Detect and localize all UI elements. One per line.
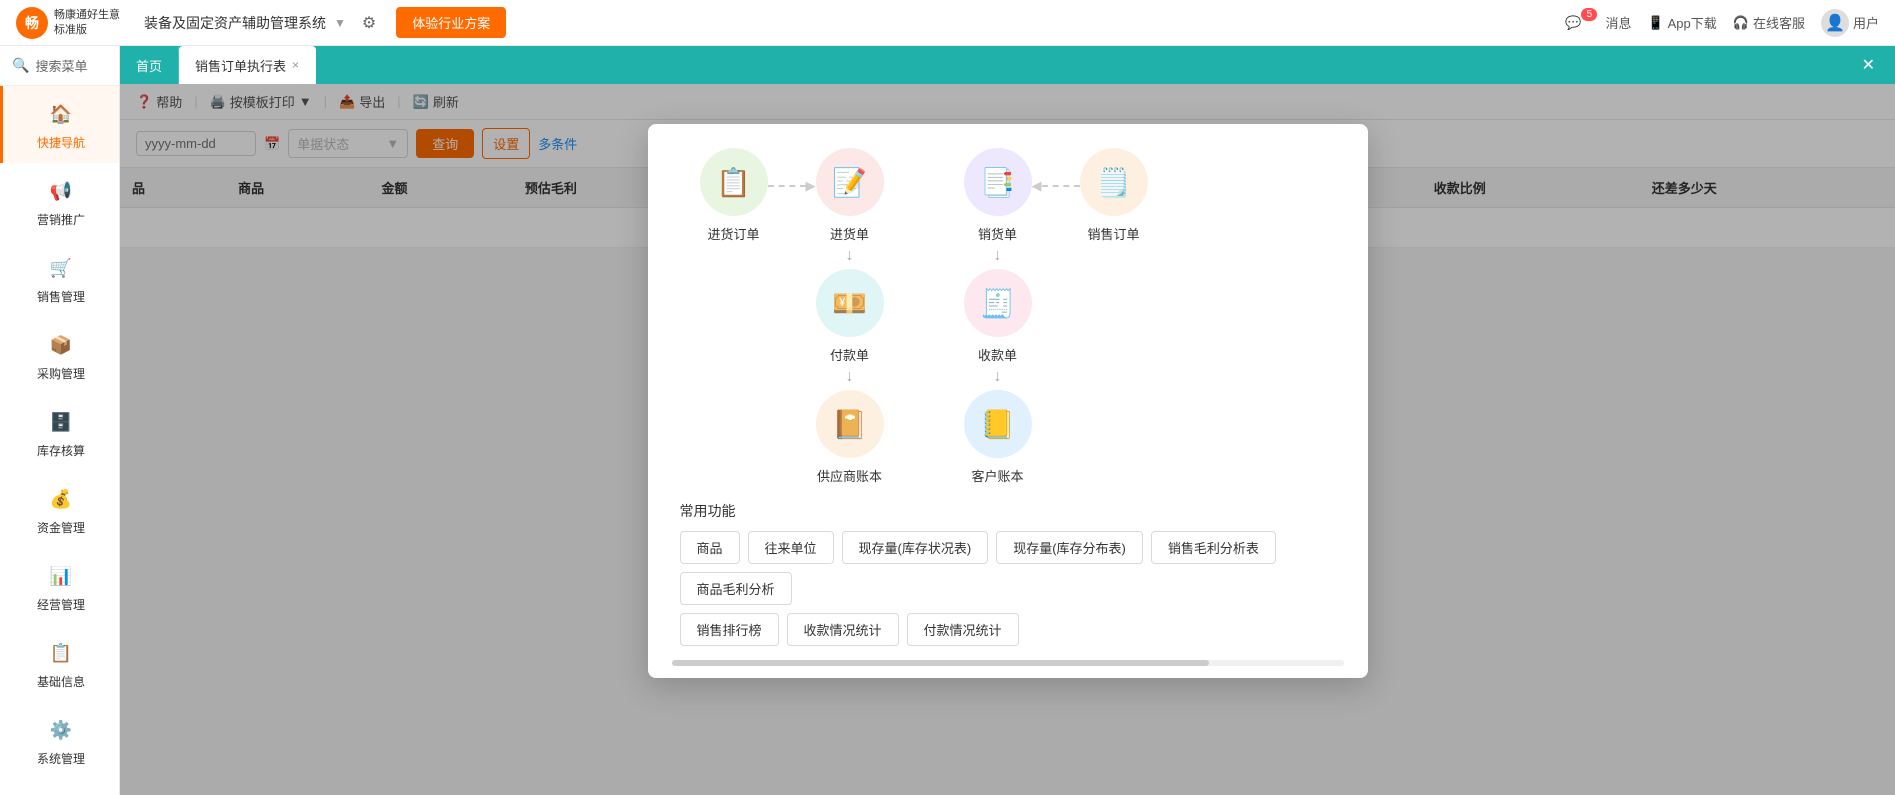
sales-icon: 🛒 [45, 252, 77, 284]
system-title-area: 装备及固定资产辅助管理系统 ▼ ⚙ 体验行业方案 [144, 7, 1565, 38]
customer-account-flow-item: 📒 客户账本 [964, 390, 1032, 485]
dropdown-arrow-icon[interactable]: ▼ [334, 16, 346, 30]
purchase-order-btn[interactable]: 📋 [700, 148, 768, 216]
arrow-down-sales: ↓ [964, 247, 1032, 265]
logo-area: 畅 畅康通好生意 标准版 [16, 7, 136, 39]
sidebar-item-inventory[interactable]: 🗄️ 库存核算 [0, 394, 119, 471]
tab-sales-order[interactable]: 销售订单执行表 × [179, 46, 316, 84]
func-btn-product-gross[interactable]: 商品毛利分析 [680, 572, 792, 605]
sales-order-btn[interactable]: 🗒️ [1080, 148, 1148, 216]
messages-badge: 5 [1581, 8, 1597, 21]
logo-icon: 畅 [16, 7, 48, 39]
avatar: 👤 [1821, 9, 1849, 37]
modal-content: 📋 进货订单 ▶ 📝 [648, 124, 1368, 678]
top-right: 💬 5 消息 📱 App下载 🎧 在线客服 👤 用户 [1565, 9, 1879, 37]
home-icon: 🏠 [45, 98, 77, 130]
sales-order-flow-item: 🗒️ 销售订单 [1080, 148, 1148, 243]
receipt-voucher-flow-item: 🧾 收款单 [964, 269, 1032, 364]
arrow-down-purchase: ↓ [816, 247, 884, 265]
func-btn-partner[interactable]: 往来单位 [748, 531, 834, 564]
content-area: 首页 销售订单执行表 × ✕ ❓ 帮助 | 🖨️ 按模板打印 [120, 46, 1895, 795]
finance-icon: 💰 [45, 483, 77, 515]
logo-text: 畅康通好生意 标准版 [54, 8, 120, 37]
arrow-down-receipt: ↓ [964, 368, 1032, 386]
phone-icon: 📱 [1647, 15, 1663, 31]
func-btn-payment-stats[interactable]: 付款情况统计 [907, 613, 1019, 646]
func-btn-receipt-stats[interactable]: 收款情况统计 [787, 613, 899, 646]
receipt-voucher-btn[interactable]: 🧾 [964, 269, 1032, 337]
search-icon: 🔍 [12, 57, 29, 74]
top-bar: 畅 畅康通好生意 标准版 装备及固定资产辅助管理系统 ▼ ⚙ 体验行业方案 💬 … [0, 0, 1895, 46]
sidebar-item-operations[interactable]: 📊 经营管理 [0, 548, 119, 625]
system-icon: ⚙️ [45, 714, 77, 746]
sidebar-item-purchase[interactable]: 📦 采购管理 [0, 317, 119, 394]
sidebar-item-quick-nav[interactable]: 🏠 快捷导航 [0, 86, 119, 163]
app-download-btn[interactable]: 📱 App下载 [1647, 13, 1716, 32]
modal-scrollbar[interactable] [672, 660, 1344, 666]
tab-close-icon[interactable]: × [292, 58, 299, 72]
trial-button[interactable]: 体验行业方案 [396, 7, 506, 38]
online-service-btn[interactable]: 🎧 在线客服 [1733, 13, 1805, 32]
func-btn-sales-rank[interactable]: 销售排行榜 [680, 613, 779, 646]
func-btn-sales-gross[interactable]: 销售毛利分析表 [1151, 531, 1276, 564]
inventory-icon: 🗄️ [45, 406, 77, 438]
func-btn-product[interactable]: 商品 [680, 531, 740, 564]
sales-bill-flow-item: 📑 销货单 [964, 148, 1032, 243]
tab-home[interactable]: 首页 [120, 46, 179, 84]
purchase-order-flow-item: 📋 进货订单 [700, 148, 768, 243]
modal-overlay[interactable]: 📋 进货订单 ▶ 📝 [120, 84, 1895, 795]
common-section: 常用功能 商品 往来单位 现存量(库存状况表) 现存量(库存分布表) 销售毛利分… [680, 501, 1336, 646]
payment-voucher-btn[interactable]: 💴 [816, 269, 884, 337]
sidebar-item-finance[interactable]: 💰 资金管理 [0, 471, 119, 548]
sidebar-item-sales[interactable]: 🛒 销售管理 [0, 240, 119, 317]
supplier-account-flow-item: 📔 供应商账本 [816, 390, 884, 485]
search-menu-item[interactable]: 🔍 搜索菜单 [0, 46, 119, 86]
sidebar: 🔍 搜索菜单 🏠 快捷导航 📢 营销推广 🛒 销售管理 📦 采购管理 🗄️ 库存… [0, 46, 120, 795]
tab-bar: 首页 销售订单执行表 × ✕ [120, 46, 1895, 84]
sidebar-item-marketing[interactable]: 📢 营销推广 [0, 163, 119, 240]
message-icon: 💬 [1565, 15, 1581, 31]
arrow-down-payment: ↓ [816, 368, 884, 386]
payment-voucher-flow-item: 💴 付款单 [816, 269, 884, 364]
purchase-bill-btn[interactable]: 📝 [816, 148, 884, 216]
page-content: ❓ 帮助 | 🖨️ 按模板打印 ▼ | 📤 导出 | 🔄 刷新 [120, 84, 1895, 795]
close-all-button[interactable]: ✕ [1854, 51, 1883, 79]
purchase-bill-flow-item: 📝 进货单 [816, 148, 884, 243]
func-btn-stock-status[interactable]: 现存量(库存状况表) [842, 531, 989, 564]
common-btns-row1: 商品 往来单位 现存量(库存状况表) 现存量(库存分布表) 销售毛利分析表 商品… [680, 531, 1336, 605]
customer-account-btn[interactable]: 📒 [964, 390, 1032, 458]
operations-icon: 📊 [45, 560, 77, 592]
enterprise-icon: 🤝 [45, 791, 77, 795]
common-btns-row2: 销售排行榜 收款情况统计 付款情况统计 [680, 613, 1336, 646]
headset-icon: 🎧 [1733, 15, 1749, 31]
tab-bar-right: ✕ [1854, 51, 1895, 79]
sales-bill-btn[interactable]: 📑 [964, 148, 1032, 216]
func-btn-stock-dist[interactable]: 现存量(库存分布表) [996, 531, 1143, 564]
marketing-icon: 📢 [45, 175, 77, 207]
sidebar-item-basic-info[interactable]: 📋 基础信息 [0, 625, 119, 702]
main-layout: 🔍 搜索菜单 🏠 快捷导航 📢 营销推广 🛒 销售管理 📦 采购管理 🗄️ 库存… [0, 46, 1895, 795]
supplier-account-btn[interactable]: 📔 [816, 390, 884, 458]
sidebar-item-enterprise[interactable]: 🤝 企业协同 [0, 779, 119, 795]
settings-icon[interactable]: ⚙ [362, 13, 376, 33]
common-title: 常用功能 [680, 501, 1336, 521]
messages-btn[interactable]: 💬 5 消息 [1565, 13, 1631, 32]
basic-info-icon: 📋 [45, 637, 77, 669]
purchase-icon: 📦 [45, 329, 77, 361]
arrow-left-1: ◀ [1032, 178, 1080, 214]
user-btn[interactable]: 👤 用户 [1821, 9, 1879, 37]
sidebar-item-system[interactable]: ⚙️ 系统管理 [0, 702, 119, 779]
arrow-right-1: ▶ [768, 178, 816, 214]
modal-scrollbar-thumb [672, 660, 1210, 666]
system-title-text: 装备及固定资产辅助管理系统 [144, 13, 326, 33]
